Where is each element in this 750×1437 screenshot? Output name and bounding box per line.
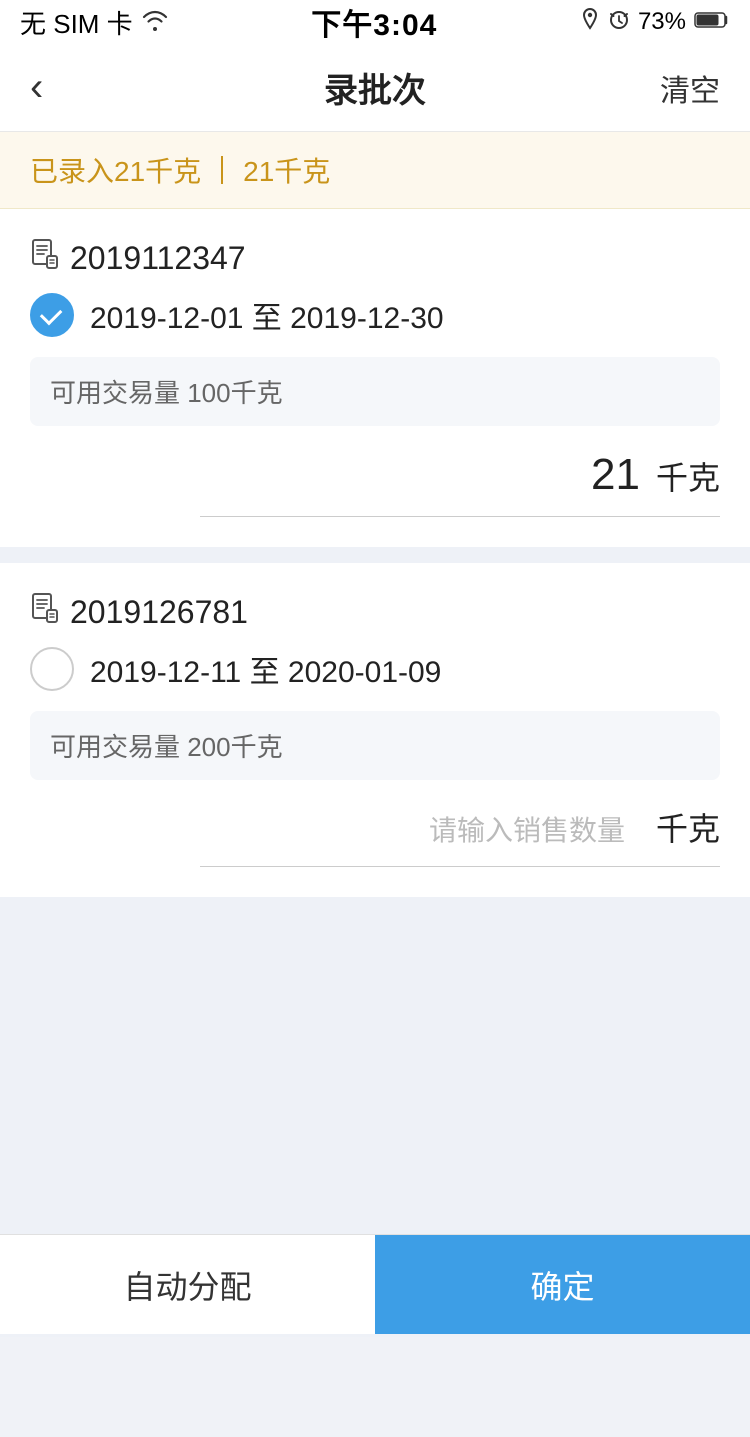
clear-button[interactable]: 清空 (660, 66, 720, 110)
batch-date-1: 2019-12-01 至 2019-12-30 (90, 293, 444, 337)
quantity-value-1: 21 (591, 450, 640, 500)
batch-date-row-2[interactable]: 2019-12-11 至 2020-01-09 (30, 647, 720, 691)
status-time: 下午3:04 (311, 0, 437, 44)
avail-box-1: 可用交易量 100千克 (30, 357, 720, 426)
avail-text-2: 可用交易量 200千克 (50, 732, 283, 762)
nav-bar: ‹ 录批次 清空 (0, 44, 750, 132)
doc-icon-2 (30, 593, 60, 631)
confirm-button[interactable]: 确定 (375, 1235, 750, 1334)
quantity-input-2[interactable] (30, 807, 640, 849)
batch-id-1: 2019112347 (70, 240, 246, 277)
status-bar: 无 SIM 卡 下午3:04 73% (0, 0, 750, 44)
section-gap (0, 547, 750, 563)
carrier-label: 无 SIM 卡 (20, 4, 133, 41)
page-title: 录批次 (324, 63, 426, 112)
input-unit-2: 千克 (656, 804, 720, 850)
back-button[interactable]: ‹ (30, 65, 90, 110)
status-left: 无 SIM 卡 (20, 4, 169, 41)
alarm-icon (608, 8, 630, 37)
batch-id-row-1: 2019112347 (30, 239, 720, 277)
radio-2[interactable] (30, 647, 74, 691)
quantity-unit-1: 千克 (656, 453, 720, 499)
batch-date-row-1[interactable]: 2019-12-01 至 2019-12-30 (30, 293, 720, 337)
auto-distribute-button[interactable]: 自动分配 (0, 1235, 375, 1334)
batch-card-2: 2019126781 2019-12-11 至 2020-01-09 可用交易量… (0, 563, 750, 897)
batch-date-2: 2019-12-11 至 2020-01-09 (90, 647, 441, 691)
summary-divider (221, 156, 223, 184)
avail-text-1: 可用交易量 100千克 (50, 378, 283, 408)
confirm-label: 确定 (530, 1262, 594, 1308)
batch-id-2: 2019126781 (70, 594, 248, 631)
quantity-row-1: 21 千克 (0, 426, 750, 500)
recorded-label: 已录入21千克 (30, 150, 201, 190)
total-label: 21千克 (243, 150, 330, 190)
radio-1[interactable] (30, 293, 74, 337)
auto-distribute-label: 自动分配 (123, 1262, 251, 1308)
status-right: 73% (580, 8, 730, 37)
location-icon (580, 8, 600, 37)
batch-card-1: 2019112347 2019-12-01 至 2019-12-30 可用交易量… (0, 209, 750, 547)
summary-banner: 已录入21千克 21千克 (0, 132, 750, 209)
input-row-2[interactable]: 千克 (0, 780, 750, 850)
batch-id-row-2: 2019126781 (30, 593, 720, 631)
bottom-bar: 自动分配 确定 (0, 1234, 750, 1334)
wifi-icon (141, 7, 169, 38)
battery-label: 73% (638, 8, 686, 36)
battery-icon (694, 8, 730, 36)
avail-box-2: 可用交易量 200千克 (30, 711, 720, 780)
doc-icon-1 (30, 239, 60, 277)
